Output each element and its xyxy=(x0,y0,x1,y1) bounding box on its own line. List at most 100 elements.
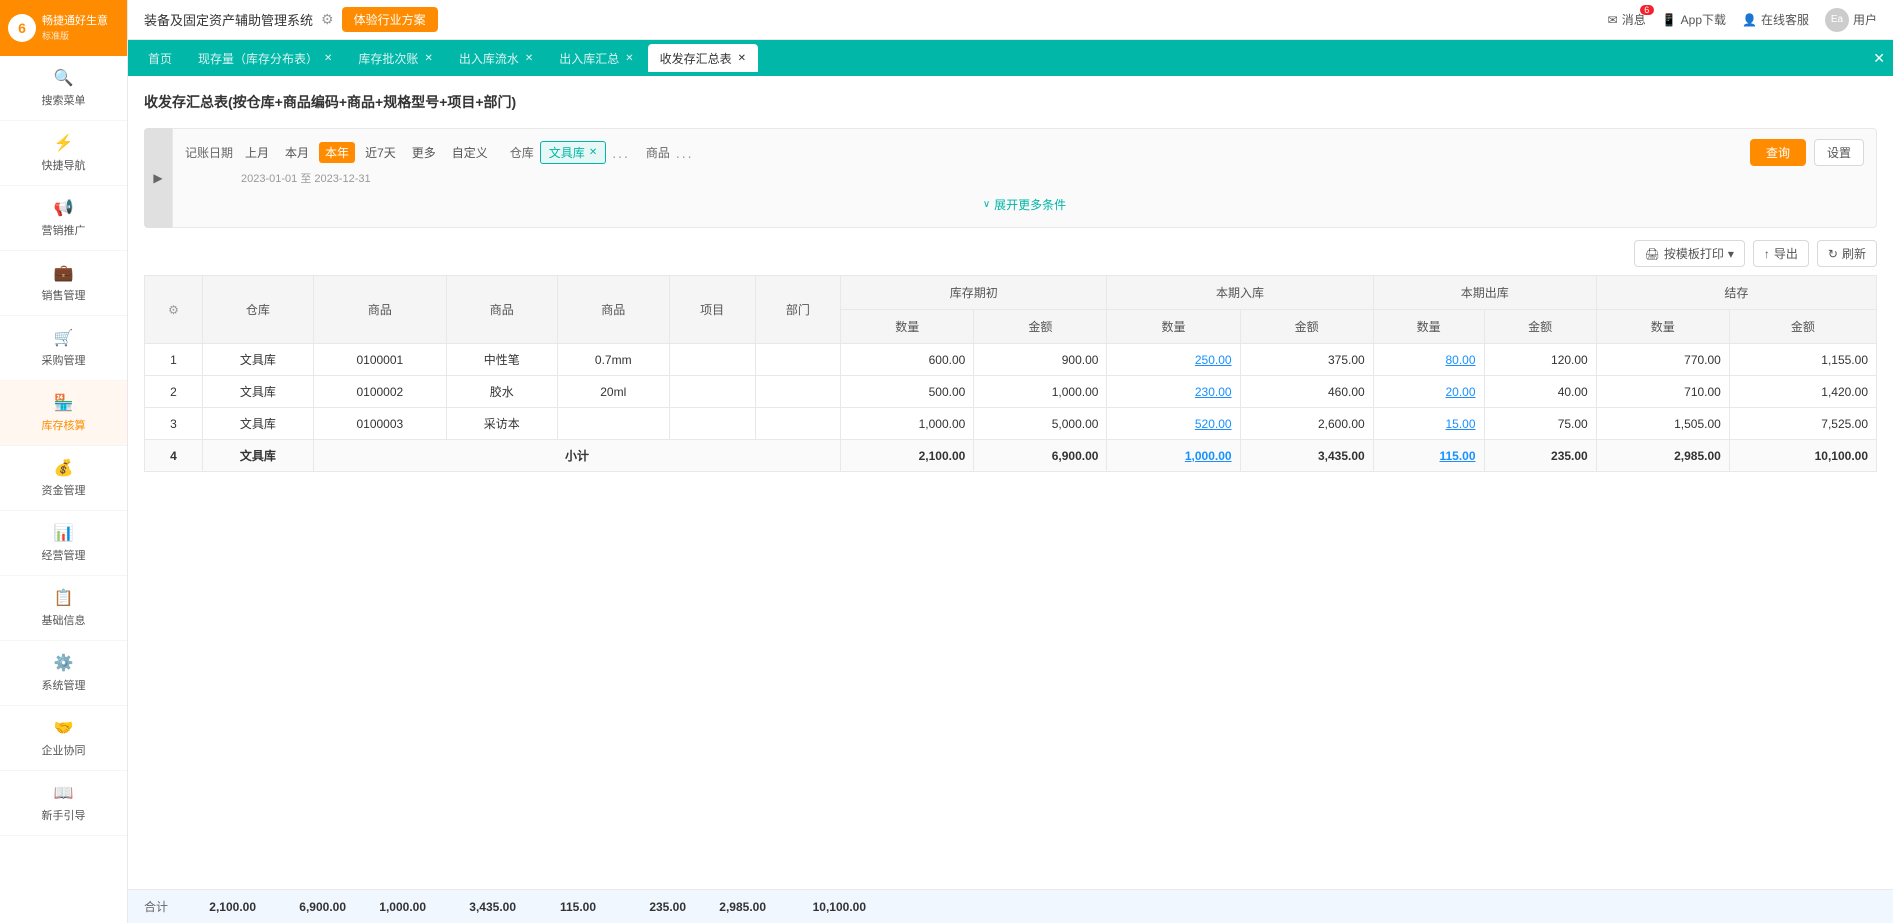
tab-close-icon[interactable]: ✕ xyxy=(738,53,746,64)
col-settings-header[interactable]: ⚙ xyxy=(145,276,203,344)
row-out-amount: 75.00 xyxy=(1484,408,1596,440)
messages-action[interactable]: ✉ 消息 6 xyxy=(1608,11,1646,28)
sidebar-item-management[interactable]: 📊 经营管理 xyxy=(0,511,127,576)
tab-close-icon[interactable]: ✕ xyxy=(424,53,432,64)
date-btn-7days[interactable]: 近7天 xyxy=(359,142,402,163)
expand-filter-btn[interactable]: ∨ 展开更多条件 xyxy=(185,192,1864,217)
row-open-qty: 1,000.00 xyxy=(841,408,974,440)
row-in-qty[interactable]: 230.00 xyxy=(1107,376,1240,408)
gear-icon[interactable]: ⚙ xyxy=(321,11,334,28)
col-opening-group-header: 库存期初 xyxy=(841,276,1107,310)
sidebar-item-system[interactable]: ⚙️ 系统管理 xyxy=(0,641,127,706)
refresh-btn[interactable]: ↻ 刷新 xyxy=(1817,240,1877,267)
subtotal-out-qty[interactable]: 115.00 xyxy=(1373,440,1484,472)
footer-bal-qty: 2,985.00 xyxy=(694,900,774,914)
subtotal-warehouse: 文具库 xyxy=(203,440,314,472)
date-btn-custom[interactable]: 自定义 xyxy=(446,142,494,163)
date-btn-this-year[interactable]: 本年 xyxy=(319,142,355,163)
row-warehouse: 文具库 xyxy=(203,344,314,376)
subtotal-open-amount: 6,900.00 xyxy=(974,440,1107,472)
row-bal-qty: 1,505.00 xyxy=(1596,408,1729,440)
table-row: 3 文具库 0100003 采访本 1,000.00 5,000.00 520.… xyxy=(145,408,1877,440)
row-seq: 2 xyxy=(145,376,203,408)
row-open-amount: 900.00 xyxy=(974,344,1107,376)
sidebar-item-marketing[interactable]: 📢 营销推广 xyxy=(0,186,127,251)
tab-home[interactable]: 首页 xyxy=(136,44,184,72)
sidebar-item-label: 基础信息 xyxy=(42,612,86,628)
warehouse-tag-close-icon[interactable]: ✕ xyxy=(589,147,597,158)
column-settings-icon[interactable]: ⚙ xyxy=(168,303,179,317)
sidebar-item-newbie[interactable]: 📖 新手引导 xyxy=(0,771,127,836)
app-download-action[interactable]: 📱 App下载 xyxy=(1662,11,1726,28)
goods-more-btn[interactable]: ... xyxy=(676,145,694,161)
warehouse-more-btn[interactable]: ... xyxy=(612,145,630,161)
try-button[interactable]: 体验行业方案 xyxy=(342,7,438,32)
online-service-action[interactable]: 👤 在线客服 xyxy=(1742,11,1809,28)
query-button[interactable]: 查询 xyxy=(1750,139,1806,166)
subtotal-seq: 4 xyxy=(145,440,203,472)
sidebar-item-label: 采购管理 xyxy=(42,352,86,368)
col-department-header: 部门 xyxy=(755,276,841,344)
tab-stock-summary[interactable]: 收发存汇总表 ✕ xyxy=(648,44,758,72)
filter-actions: 查询 设置 xyxy=(1750,139,1864,166)
tab-bar: 首页 现存量（库存分布表） ✕ 库存批次账 ✕ 出入库流水 ✕ 出入库汇总 ✕ … xyxy=(128,40,1893,76)
tab-close-icon[interactable]: ✕ xyxy=(525,53,533,64)
user-action[interactable]: Ea 用户 xyxy=(1825,8,1877,32)
quicknav-icon: ⚡ xyxy=(54,133,74,153)
row-open-amount: 1,000.00 xyxy=(974,376,1107,408)
sidebar-item-search[interactable]: 🔍 搜索菜单 xyxy=(0,56,127,121)
export-btn[interactable]: ↑ 导出 xyxy=(1753,240,1809,267)
sidebar-item-basicinfo[interactable]: 📋 基础信息 xyxy=(0,576,127,641)
date-btn-more[interactable]: 更多 xyxy=(406,142,442,163)
date-btn-this-month[interactable]: 本月 xyxy=(279,142,315,163)
sidebar-item-label: 营销推广 xyxy=(42,222,86,238)
sidebar-item-quicknav[interactable]: ⚡ 快捷导航 xyxy=(0,121,127,186)
expand-label: 展开更多条件 xyxy=(994,196,1066,213)
footer-open-qty: 2,100.00 xyxy=(184,900,264,914)
online-service-label: 在线客服 xyxy=(1761,11,1809,28)
tab-flow[interactable]: 出入库流水 ✕ xyxy=(447,44,545,72)
row-in-qty[interactable]: 520.00 xyxy=(1107,408,1240,440)
data-table: ⚙ 仓库 商品 商品 商品 项目 部门 库存期初 本期入库 本期出库 结存 数量… xyxy=(144,275,1877,472)
sidebar-item-sales[interactable]: 💼 销售管理 xyxy=(0,251,127,316)
avatar: Ea xyxy=(1825,8,1849,32)
dropdown-icon: ▾ xyxy=(1728,247,1734,261)
tab-bar-close-icon[interactable]: ✕ xyxy=(1873,50,1885,67)
footer-in-amount: 3,435.00 xyxy=(434,900,524,914)
sidebar-item-finance[interactable]: 💰 资金管理 xyxy=(0,446,127,511)
footer-in-qty: 1,000.00 xyxy=(354,900,434,914)
tab-close-icon[interactable]: ✕ xyxy=(625,53,633,64)
tab-summary-label: 出入库汇总 xyxy=(559,50,619,67)
row-out-qty[interactable]: 80.00 xyxy=(1373,344,1484,376)
app-download-label: App下载 xyxy=(1681,11,1726,28)
sidebar-item-enterprise[interactable]: 🤝 企业协同 xyxy=(0,706,127,771)
row-out-qty[interactable]: 20.00 xyxy=(1373,376,1484,408)
date-btn-prev-month[interactable]: 上月 xyxy=(239,142,275,163)
system-title: 装备及固定资产辅助管理系统 xyxy=(144,10,313,29)
setting-button[interactable]: 设置 xyxy=(1814,139,1864,166)
row-bal-amount: 7,525.00 xyxy=(1729,408,1876,440)
date-range-text: 2023-01-01 至 2023-12-31 xyxy=(241,173,371,185)
marketing-icon: 📢 xyxy=(54,198,74,218)
tab-batch[interactable]: 库存批次账 ✕ xyxy=(346,44,444,72)
collapse-filter-btn[interactable]: ▶ xyxy=(144,128,172,228)
filter-row-1: 记账日期 上月 本月 本年 近7天 更多 自定义 仓库 xyxy=(185,139,1864,166)
tab-close-icon[interactable]: ✕ xyxy=(324,53,332,64)
row-in-amount: 460.00 xyxy=(1240,376,1373,408)
sidebar-item-label: 系统管理 xyxy=(42,677,86,693)
tab-summary[interactable]: 出入库汇总 ✕ xyxy=(547,44,645,72)
col-balance-group-header: 结存 xyxy=(1596,276,1876,310)
footer-values: 2,100.00 6,900.00 1,000.00 3,435.00 115.… xyxy=(184,900,1877,914)
message-icon: ✉ xyxy=(1608,13,1618,27)
subtotal-open-qty: 2,100.00 xyxy=(841,440,974,472)
goods-filter: 商品 ... xyxy=(646,144,694,161)
tab-inventory-dist[interactable]: 现存量（库存分布表） ✕ xyxy=(186,44,344,72)
row-in-qty[interactable]: 250.00 xyxy=(1107,344,1240,376)
col-out-qty-header: 数量 xyxy=(1373,310,1484,344)
subtotal-in-qty[interactable]: 1,000.00 xyxy=(1107,440,1240,472)
subtotal-bal-amount: 10,100.00 xyxy=(1729,440,1876,472)
sidebar-item-purchase[interactable]: 🛒 采购管理 xyxy=(0,316,127,381)
sidebar-item-inventory[interactable]: 🏪 库存核算 xyxy=(0,381,127,446)
row-out-qty[interactable]: 15.00 xyxy=(1373,408,1484,440)
print-btn[interactable]: 🖨 按模板打印 ▾ xyxy=(1634,240,1745,267)
